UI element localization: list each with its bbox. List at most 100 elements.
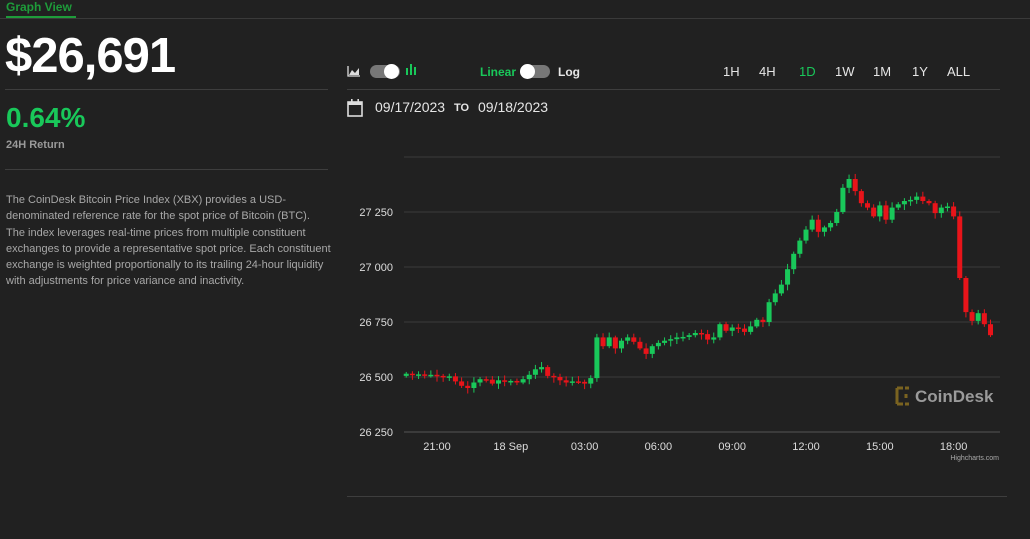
candle-body bbox=[576, 381, 581, 383]
candle bbox=[871, 204, 876, 218]
price-chart[interactable]: 26 25026 50026 75027 00027 250 21:0018 S… bbox=[340, 150, 1030, 470]
candle-body bbox=[840, 188, 845, 212]
range-1y[interactable]: 1Y bbox=[912, 64, 928, 79]
candle-body bbox=[478, 379, 483, 382]
candle bbox=[435, 370, 440, 382]
candle bbox=[582, 380, 587, 389]
candle bbox=[687, 333, 692, 340]
candle-body bbox=[920, 197, 925, 201]
candle-body bbox=[428, 375, 433, 377]
candle-body bbox=[410, 374, 415, 376]
candle-body bbox=[828, 223, 833, 227]
range-1h[interactable]: 1H bbox=[723, 64, 740, 79]
candle-body bbox=[453, 376, 458, 381]
candle-body bbox=[545, 367, 550, 376]
candle-body bbox=[435, 375, 440, 377]
candle bbox=[970, 309, 975, 325]
candle bbox=[650, 344, 655, 358]
candle-body bbox=[760, 320, 765, 322]
candle-body bbox=[533, 369, 538, 375]
candle-body bbox=[822, 227, 827, 231]
candle bbox=[939, 205, 944, 218]
candle bbox=[441, 374, 446, 382]
candle-body bbox=[742, 329, 747, 332]
candle bbox=[668, 335, 673, 346]
candle bbox=[662, 337, 667, 345]
candle bbox=[957, 211, 962, 280]
candle bbox=[631, 334, 636, 345]
area-chart-icon[interactable] bbox=[347, 64, 361, 82]
candle-body bbox=[804, 230, 809, 241]
candle-body bbox=[588, 378, 593, 384]
candle bbox=[945, 203, 950, 212]
x-tick-label: 15:00 bbox=[866, 441, 894, 453]
candle-body bbox=[933, 203, 938, 213]
scale-linear-label[interactable]: Linear bbox=[480, 65, 516, 79]
candle-body bbox=[957, 216, 962, 278]
range-1d[interactable]: 1D bbox=[799, 64, 816, 79]
candlestick-icon[interactable] bbox=[405, 63, 417, 81]
candle-body bbox=[607, 337, 612, 346]
calendar-icon[interactable] bbox=[347, 99, 363, 122]
candle-body bbox=[927, 201, 932, 203]
watermark-text: CoinDesk bbox=[915, 387, 994, 406]
candle bbox=[736, 324, 741, 333]
candle-body bbox=[601, 337, 606, 346]
x-tick-label: 18:00 bbox=[940, 441, 968, 453]
candle bbox=[982, 309, 987, 327]
scale-toggle[interactable] bbox=[520, 65, 550, 78]
candle bbox=[742, 324, 747, 335]
candle-body bbox=[404, 374, 409, 376]
candle-body bbox=[681, 337, 686, 339]
candle bbox=[625, 334, 630, 344]
tab-graph-view[interactable]: Graph View bbox=[6, 1, 72, 14]
chart-type-toggle[interactable] bbox=[370, 65, 400, 78]
candle bbox=[471, 377, 476, 392]
candle-body bbox=[564, 380, 569, 382]
toggle-knob bbox=[384, 64, 399, 79]
candle-body bbox=[871, 208, 876, 217]
divider bbox=[347, 496, 1007, 497]
x-tick-label: 18 Sep bbox=[493, 441, 528, 453]
x-tick-label: 03:00 bbox=[571, 441, 599, 453]
candle-body bbox=[496, 380, 501, 383]
return-value: 0.64% bbox=[6, 102, 85, 134]
candle bbox=[644, 343, 649, 359]
range-all[interactable]: ALL bbox=[947, 64, 970, 79]
candle-body bbox=[551, 376, 556, 378]
x-tick-label: 12:00 bbox=[792, 441, 820, 453]
candle bbox=[514, 379, 519, 386]
range-1w[interactable]: 1W bbox=[835, 64, 855, 79]
candle-body bbox=[717, 324, 722, 337]
candle bbox=[508, 379, 513, 385]
divider bbox=[347, 89, 1000, 90]
candle bbox=[699, 329, 704, 339]
y-tick-label: 26 250 bbox=[359, 427, 393, 439]
candle bbox=[619, 338, 624, 353]
candle-body bbox=[859, 191, 864, 203]
candle-body bbox=[970, 312, 975, 321]
candle-body bbox=[877, 205, 882, 216]
candle bbox=[883, 201, 888, 224]
candle-body bbox=[674, 337, 679, 339]
candle-body bbox=[699, 333, 704, 335]
y-tick-label: 27 250 bbox=[359, 207, 393, 219]
tab-divider bbox=[0, 18, 1030, 19]
date-to[interactable]: 09/18/2023 bbox=[478, 99, 548, 115]
candle-body bbox=[637, 342, 642, 349]
candle-body bbox=[748, 326, 753, 332]
candle-body bbox=[730, 328, 735, 331]
candle-body bbox=[631, 337, 636, 341]
scale-log-label[interactable]: Log bbox=[558, 65, 580, 79]
candle-body bbox=[982, 313, 987, 324]
candle-body bbox=[767, 302, 772, 322]
range-1m[interactable]: 1M bbox=[873, 64, 891, 79]
range-4h[interactable]: 4H bbox=[759, 64, 776, 79]
candle-body bbox=[816, 220, 821, 232]
date-from[interactable]: 09/17/2023 bbox=[375, 99, 445, 115]
current-price: $26,691 bbox=[5, 28, 175, 84]
candle bbox=[724, 322, 729, 333]
highcharts-credit[interactable]: Highcharts.com bbox=[950, 455, 999, 462]
candle-body bbox=[416, 374, 421, 376]
candle-body bbox=[693, 333, 698, 335]
